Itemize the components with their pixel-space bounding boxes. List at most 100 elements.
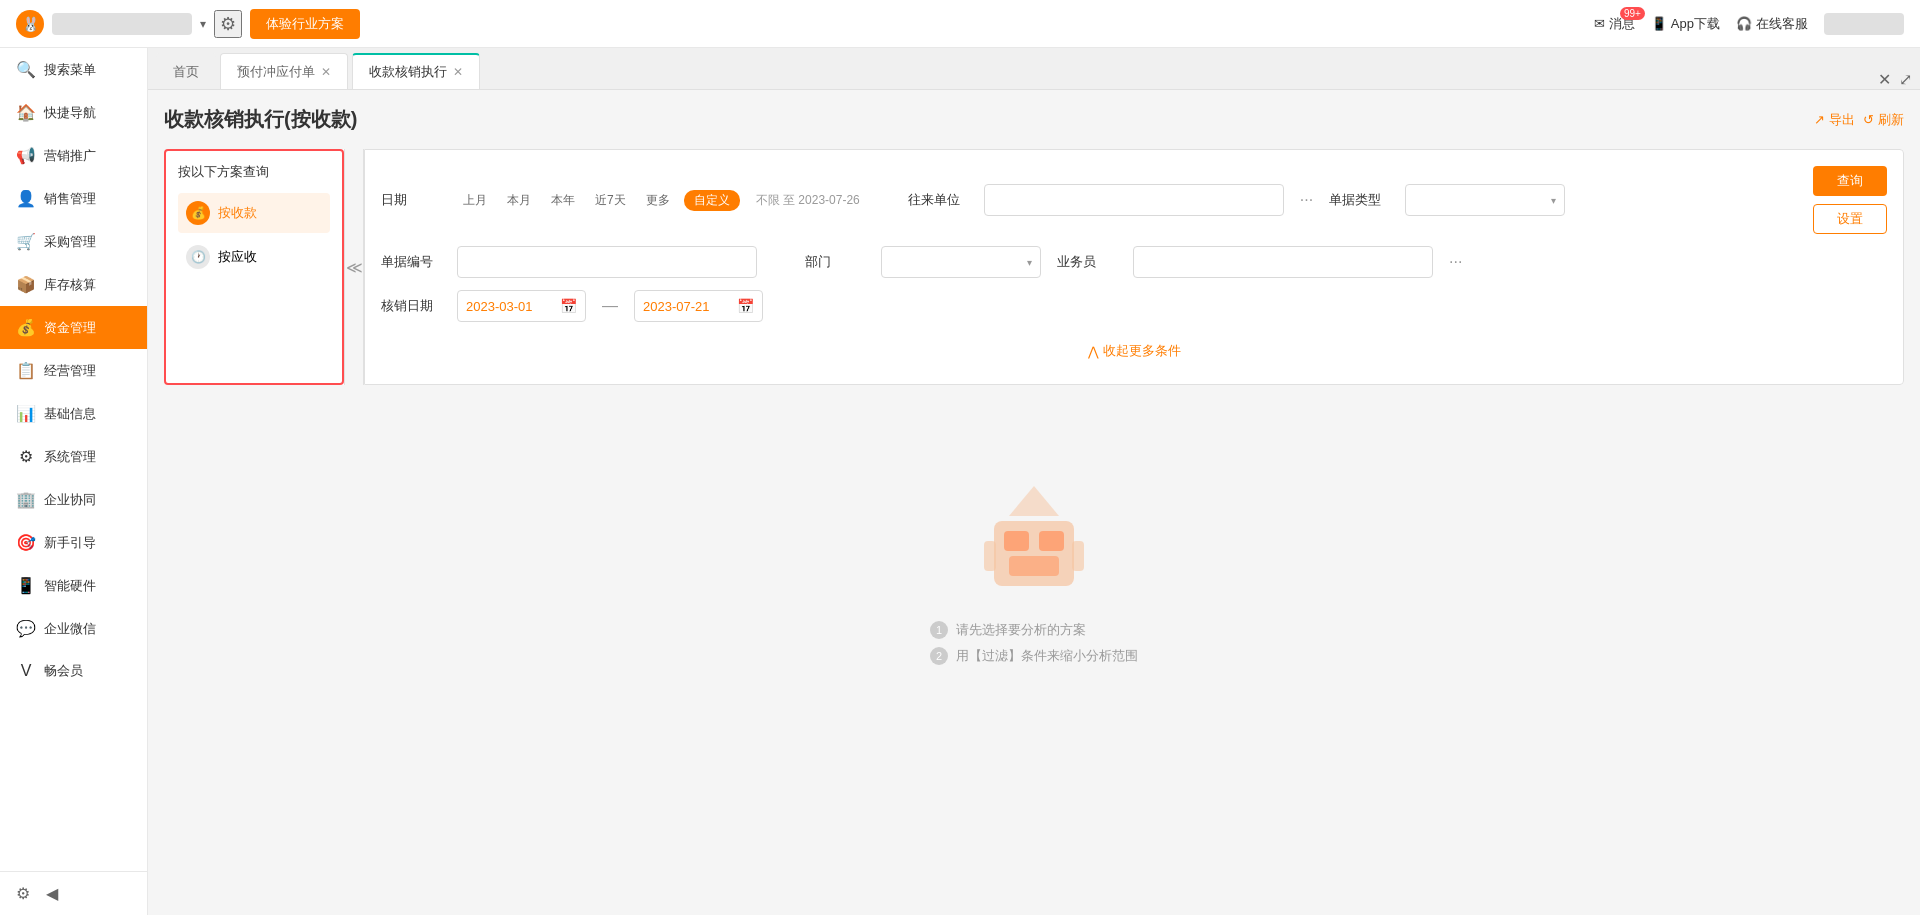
export-button[interactable]: ↗ 导出 <box>1814 111 1855 129</box>
sidebar-item-search-menu[interactable]: 🔍 搜索菜单 <box>0 48 147 91</box>
sidebar-item-basic-info[interactable]: 📊 基础信息 <box>0 392 147 435</box>
sidebar-item-guide[interactable]: 🎯 新手引导 <box>0 521 147 564</box>
empty-tip-2: 2 用【过滤】条件来缩小分析范围 <box>930 643 1138 669</box>
date-no-limit-text: 不限 至 2023-07-26 <box>756 192 860 209</box>
date-custom[interactable]: 自定义 <box>684 190 740 211</box>
sidebar-item-operations[interactable]: 📋 经营管理 <box>0 349 147 392</box>
date-last-month[interactable]: 上月 <box>457 190 493 211</box>
sidebar-label-marketing: 营销推广 <box>44 147 96 165</box>
verify-date-start-input[interactable] <box>466 299 556 314</box>
message-button[interactable]: ✉ 消息 99+ <box>1594 15 1635 33</box>
svg-rect-6 <box>1072 541 1084 571</box>
tip-text-1: 请先选择要分析的方案 <box>956 617 1086 643</box>
content-area: 首页 预付冲应付单 ✕ 收款核销执行 ✕ ✕ ⤢ 收款核销执行(按收款) <box>148 48 1920 915</box>
tab-collect[interactable]: 收款核销执行 ✕ <box>352 53 480 89</box>
svg-marker-4 <box>1009 486 1059 516</box>
settings-icon[interactable]: ⚙ <box>214 10 242 38</box>
sidebar-item-finance[interactable]: 💰 资金管理 <box>0 306 147 349</box>
empty-illustration <box>974 481 1094 601</box>
brand-icon: 🐰 <box>16 10 44 38</box>
smart-hw-icon: 📱 <box>16 576 36 595</box>
sidebar-bottom: ⚙ ◀ <box>0 871 147 915</box>
sidebar-item-marketing[interactable]: 📢 营销推广 <box>0 134 147 177</box>
filter-scheme-panel: 按以下方案查询 💰 按收款 🕐 按应收 <box>164 149 344 385</box>
sidebar-item-member[interactable]: V 畅会员 <box>0 650 147 692</box>
filter-container: 按以下方案查询 💰 按收款 🕐 按应收 ≪ <box>164 149 1904 385</box>
tab-prepay[interactable]: 预付冲应付单 ✕ <box>220 53 348 89</box>
sidebar-item-wechat[interactable]: 💬 企业微信 <box>0 607 147 650</box>
tab-home[interactable]: 首页 <box>156 53 216 89</box>
filter-collect-icon: 💰 <box>186 201 210 225</box>
sidebar-label-operations: 经营管理 <box>44 362 96 380</box>
brand: 🐰 <box>16 10 44 38</box>
top-bar-left: 🐰 ▾ ⚙ 体验行业方案 <box>16 9 1594 39</box>
verify-date-end-input[interactable] <box>643 299 733 314</box>
tab-prepay-close[interactable]: ✕ <box>321 65 331 79</box>
sidebar-item-inventory[interactable]: 📦 库存核算 <box>0 263 147 306</box>
dept-label: 部门 <box>805 253 865 271</box>
filter-main: 日期 上月 本月 本年 近7天 更多 自定义 不限 至 2023-07-26 往… <box>364 149 1904 385</box>
operations-icon: 📋 <box>16 361 36 380</box>
tab-close-all-icon[interactable]: ✕ <box>1878 70 1891 89</box>
doc-no-input[interactable] <box>466 255 748 270</box>
date-filter: 上月 本月 本年 近7天 更多 自定义 <box>457 190 740 211</box>
sidebar-item-enterprise[interactable]: 🏢 企业协同 <box>0 478 147 521</box>
query-button[interactable]: 查询 <box>1813 166 1887 196</box>
app-download-button[interactable]: 📱 App下载 <box>1651 15 1720 33</box>
date-label: 日期 <box>381 191 441 209</box>
date-7days[interactable]: 近7天 <box>589 190 632 211</box>
marketing-icon: 📢 <box>16 146 36 165</box>
filter-collapse-button[interactable]: ≪ <box>344 149 364 385</box>
user-info-blurred[interactable] <box>1824 13 1904 35</box>
staff-dots[interactable]: ··· <box>1449 253 1462 271</box>
sidebar-item-system[interactable]: ⚙ 系统管理 <box>0 435 147 478</box>
system-icon: ⚙ <box>16 447 36 466</box>
doc-type-select[interactable]: ▾ <box>1405 184 1565 216</box>
tab-collect-close[interactable]: ✕ <box>453 65 463 79</box>
svg-rect-3 <box>1009 556 1059 576</box>
date-more[interactable]: 更多 <box>640 190 676 211</box>
chevron-down-icon: ▾ <box>1551 195 1556 206</box>
svg-rect-2 <box>1039 531 1064 551</box>
dept-select[interactable]: ▾ <box>881 246 1041 278</box>
sidebar-settings-icon[interactable]: ⚙ <box>16 884 30 903</box>
page-actions: ↗ 导出 ↺ 刷新 <box>1814 111 1904 129</box>
online-service-button[interactable]: 🎧 在线客服 <box>1736 15 1808 33</box>
settings-config-button[interactable]: 设置 <box>1813 204 1887 234</box>
counterpart-label: 往来单位 <box>908 191 968 209</box>
refresh-button[interactable]: ↺ 刷新 <box>1863 111 1904 129</box>
top-bar: 🐰 ▾ ⚙ 体验行业方案 ✉ 消息 99+ 📱 App下载 🎧 在线客服 <box>0 0 1920 48</box>
tab-expand-icon[interactable]: ⤢ <box>1899 70 1912 89</box>
finance-icon: 💰 <box>16 318 36 337</box>
sidebar-label-sales: 销售管理 <box>44 190 96 208</box>
company-dropdown[interactable]: ▾ <box>200 17 206 31</box>
sidebar-label-smart-hw: 智能硬件 <box>44 577 96 595</box>
calendar-start-icon[interactable]: 📅 <box>560 298 577 314</box>
counterpart-dots[interactable]: ··· <box>1300 191 1313 209</box>
verify-date-label: 核销日期 <box>381 297 441 315</box>
filter-option-by-receivable[interactable]: 🕐 按应收 <box>178 237 330 277</box>
sidebar-collapse-icon[interactable]: ◀ <box>46 884 58 903</box>
message-badge: 99+ <box>1620 7 1645 20</box>
sidebar-label-quick-nav: 快捷导航 <box>44 104 96 122</box>
guide-icon: 🎯 <box>16 533 36 552</box>
collapse-more-button[interactable]: ⋀ 收起更多条件 <box>381 334 1887 368</box>
sidebar-item-smart-hw[interactable]: 📱 智能硬件 <box>0 564 147 607</box>
filter-receivable-icon: 🕐 <box>186 245 210 269</box>
sidebar-item-purchase[interactable]: 🛒 采购管理 <box>0 220 147 263</box>
date-this-year[interactable]: 本年 <box>545 190 581 211</box>
counterpart-input[interactable] <box>993 193 1275 208</box>
sidebar-item-quick-nav[interactable]: 🏠 快捷导航 <box>0 91 147 134</box>
inventory-icon: 📦 <box>16 275 36 294</box>
sidebar-label-member: 畅会员 <box>44 662 83 680</box>
member-icon: V <box>16 662 36 680</box>
svg-rect-5 <box>984 541 996 571</box>
staff-input[interactable] <box>1142 255 1424 270</box>
filter-option-by-collect[interactable]: 💰 按收款 <box>178 193 330 233</box>
date-this-month[interactable]: 本月 <box>501 190 537 211</box>
chevron-down-dept-icon: ▾ <box>1027 257 1032 268</box>
tip-num-2: 2 <box>930 647 948 665</box>
sidebar-item-sales[interactable]: 👤 销售管理 <box>0 177 147 220</box>
calendar-end-icon[interactable]: 📅 <box>737 298 754 314</box>
industry-button[interactable]: 体验行业方案 <box>250 9 360 39</box>
